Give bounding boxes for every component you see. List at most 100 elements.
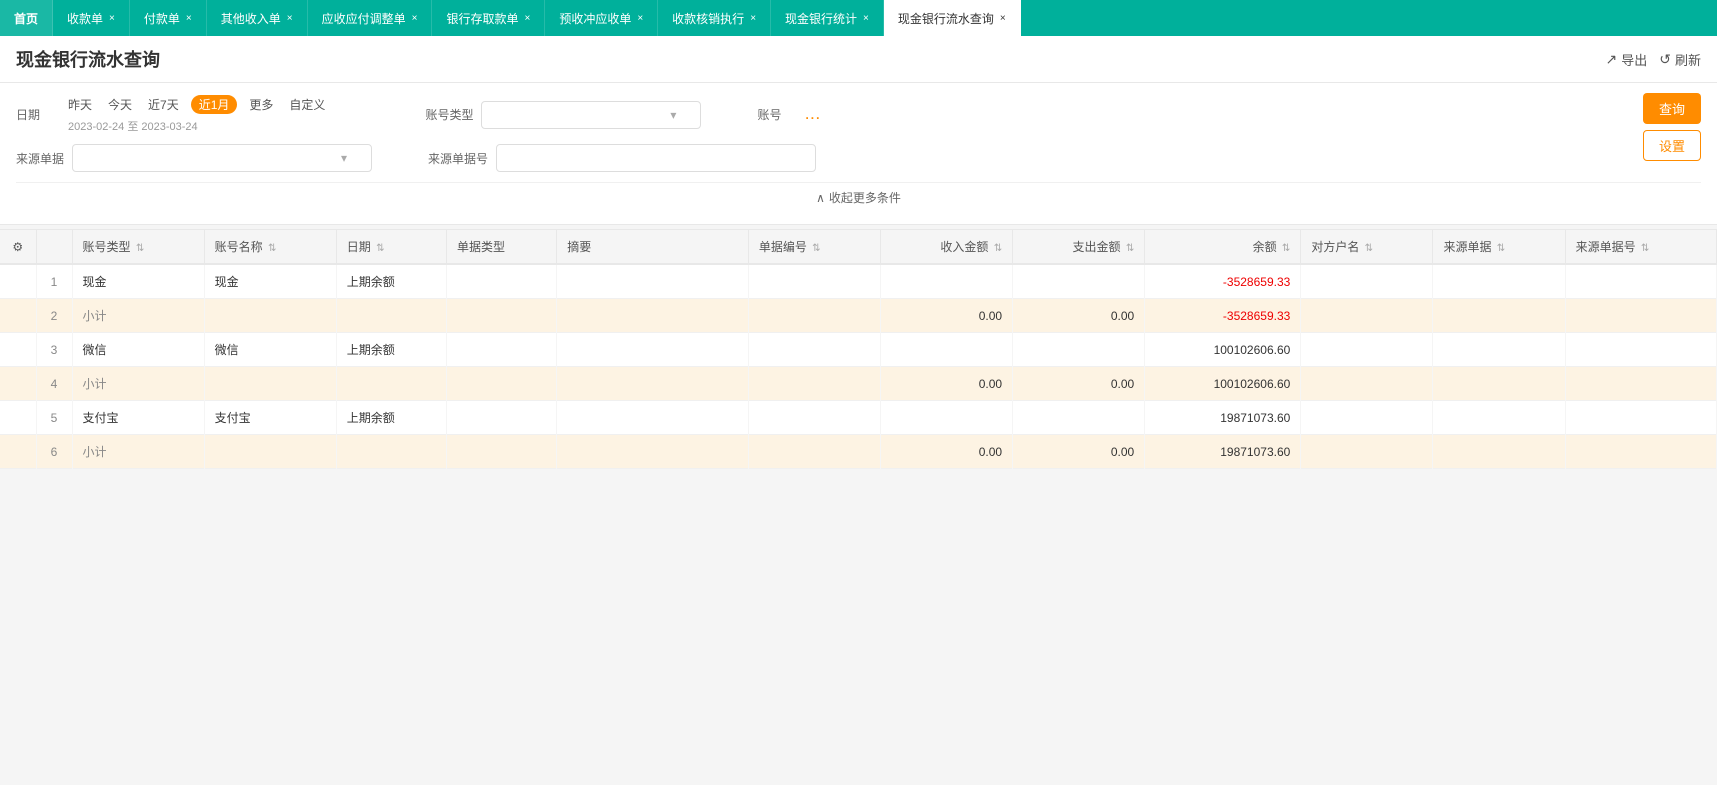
nav-item-prepaid[interactable]: 预收冲应收单 × xyxy=(545,0,658,36)
cell-summary xyxy=(557,367,749,401)
nav-item-other-income[interactable]: 其他收入单 × xyxy=(207,0,308,36)
cell-index: 2 xyxy=(36,299,72,333)
settings-button[interactable]: 设置 xyxy=(1643,130,1701,161)
cell-account-name: 微信 xyxy=(204,333,336,367)
cell-date xyxy=(336,367,446,401)
account-type-label: 账号类型 xyxy=(425,106,473,123)
account-type-select[interactable]: ▾ xyxy=(481,101,701,129)
page-header: 现金银行流水查询 ↗ 导出 ↺ 刷新 xyxy=(0,36,1717,83)
account-label: 账号 xyxy=(757,106,797,123)
close-icon[interactable]: × xyxy=(412,13,418,24)
col-account-name[interactable]: 账号名称 ⇅ xyxy=(204,230,336,265)
sort-icon: ⇅ xyxy=(1282,243,1290,254)
col-expense[interactable]: 支出金额 ⇅ xyxy=(1013,230,1145,265)
col-balance[interactable]: 余额 ⇅ xyxy=(1145,230,1301,265)
chevron-down-icon: ▾ xyxy=(341,151,347,165)
date-options: 昨天 今天 近7天 近1月 更多 自定义 xyxy=(64,95,329,114)
table-row[interactable]: 3 微信 微信 上期余额 100102606.60 xyxy=(0,333,1717,367)
date-label: 日期 xyxy=(16,106,56,123)
table-row[interactable]: 1 现金 现金 上期余额 -3528659.33 xyxy=(0,264,1717,299)
collapse-button[interactable]: ∧ 收起更多条件 xyxy=(16,182,1701,212)
nav-item-flow-query[interactable]: 现金银行流水查询 × xyxy=(884,0,1021,36)
cell-account-type: 支付宝 xyxy=(72,401,204,435)
cell-account-name: 支付宝 xyxy=(204,401,336,435)
sort-icon: ⇅ xyxy=(812,243,820,254)
export-icon: ↗ xyxy=(1606,51,1618,68)
date-option-custom[interactable]: 自定义 xyxy=(285,95,329,114)
filter-area: 日期 昨天 今天 近7天 近1月 更多 自定义 2023-02-24 至 202… xyxy=(0,83,1717,225)
date-option-yesterday[interactable]: 昨天 xyxy=(64,95,96,114)
nav-item-verification[interactable]: 收款核销执行 × xyxy=(658,0,771,36)
account-ellipsis-button[interactable]: ... xyxy=(805,108,821,122)
nav-item-stats[interactable]: 现金银行统计 × xyxy=(771,0,884,36)
cell-summary xyxy=(557,299,749,333)
nav-item-home[interactable]: 首页 xyxy=(0,0,53,36)
table-row[interactable]: 4 小计 0.00 0.00 100102606.60 xyxy=(0,367,1717,401)
sort-icon: ⇅ xyxy=(994,243,1002,254)
query-button[interactable]: 查询 xyxy=(1643,93,1701,124)
cell-income: 0.00 xyxy=(880,435,1012,469)
cell-account-type: 小计 xyxy=(72,435,204,469)
col-doc-no[interactable]: 单据编号 ⇅ xyxy=(748,230,880,265)
close-icon[interactable]: × xyxy=(186,13,192,24)
cell-date xyxy=(336,299,446,333)
date-option-7days[interactable]: 近7天 xyxy=(144,95,183,114)
table-row[interactable]: 5 支付宝 支付宝 上期余额 19871073.60 xyxy=(0,401,1717,435)
date-options-group: 昨天 今天 近7天 近1月 更多 自定义 2023-02-24 至 2023-0… xyxy=(64,95,329,134)
close-icon[interactable]: × xyxy=(287,13,293,24)
cell-settings xyxy=(0,299,36,333)
cell-income xyxy=(880,401,1012,435)
chevron-up-icon: ∧ xyxy=(816,191,825,205)
date-option-more[interactable]: 更多 xyxy=(245,95,277,114)
cell-date: 上期余额 xyxy=(336,333,446,367)
cell-settings xyxy=(0,435,36,469)
source-doc-select[interactable]: ▾ xyxy=(72,144,372,172)
cell-date: 上期余额 xyxy=(336,401,446,435)
cell-doc-no xyxy=(748,401,880,435)
col-account-type[interactable]: 账号类型 ⇅ xyxy=(72,230,204,265)
close-icon[interactable]: × xyxy=(524,13,530,24)
refresh-button[interactable]: ↺ 刷新 xyxy=(1659,50,1701,69)
col-income[interactable]: 收入金额 ⇅ xyxy=(880,230,1012,265)
close-icon[interactable]: × xyxy=(863,13,869,24)
cell-income: 0.00 xyxy=(880,367,1012,401)
cell-income: 0.00 xyxy=(880,299,1012,333)
date-option-today[interactable]: 今天 xyxy=(104,95,136,114)
cell-balance: 100102606.60 xyxy=(1145,367,1301,401)
cell-source-doc-no xyxy=(1565,401,1716,435)
cell-settings xyxy=(0,367,36,401)
close-icon[interactable]: × xyxy=(109,13,115,24)
col-source-doc[interactable]: 来源单据 ⇅ xyxy=(1433,230,1565,265)
cell-date: 上期余额 xyxy=(336,264,446,299)
close-icon[interactable]: × xyxy=(750,13,756,24)
sort-icon: ⇅ xyxy=(1641,243,1649,254)
close-icon[interactable]: × xyxy=(1000,13,1006,24)
cell-date xyxy=(336,435,446,469)
cell-balance: 19871073.60 xyxy=(1145,435,1301,469)
cell-settings xyxy=(0,264,36,299)
cell-expense: 0.00 xyxy=(1013,435,1145,469)
cell-balance: 19871073.60 xyxy=(1145,401,1301,435)
col-source-doc-no[interactable]: 来源单据号 ⇅ xyxy=(1565,230,1716,265)
close-icon[interactable]: × xyxy=(637,13,643,24)
nav-item-shoukuan[interactable]: 收款单 × xyxy=(53,0,130,36)
col-date[interactable]: 日期 ⇅ xyxy=(336,230,446,265)
sort-icon: ⇅ xyxy=(1126,243,1134,254)
cell-doc-type xyxy=(446,333,556,367)
source-doc-no-input[interactable] xyxy=(496,144,816,172)
date-option-1month[interactable]: 近1月 xyxy=(191,95,238,114)
cell-income xyxy=(880,333,1012,367)
export-button[interactable]: ↗ 导出 xyxy=(1606,50,1648,69)
table-row[interactable]: 2 小计 0.00 0.00 -3528659.33 xyxy=(0,299,1717,333)
nav-item-fukuan[interactable]: 付款单 × xyxy=(130,0,207,36)
col-counterparty[interactable]: 对方户名 ⇅ xyxy=(1301,230,1433,265)
settings-gear-icon[interactable]: ⚙ xyxy=(12,240,23,254)
table-row[interactable]: 6 小计 0.00 0.00 19871073.60 xyxy=(0,435,1717,469)
cell-summary xyxy=(557,435,749,469)
cell-source-doc-no xyxy=(1565,333,1716,367)
nav-item-adjustment[interactable]: 应收应付调整单 × xyxy=(308,0,433,36)
source-doc-label: 来源单据 xyxy=(16,150,64,167)
nav-item-bank-deposit[interactable]: 银行存取款单 × xyxy=(432,0,545,36)
cell-account-name: 现金 xyxy=(204,264,336,299)
col-settings[interactable]: ⚙ xyxy=(0,230,36,265)
